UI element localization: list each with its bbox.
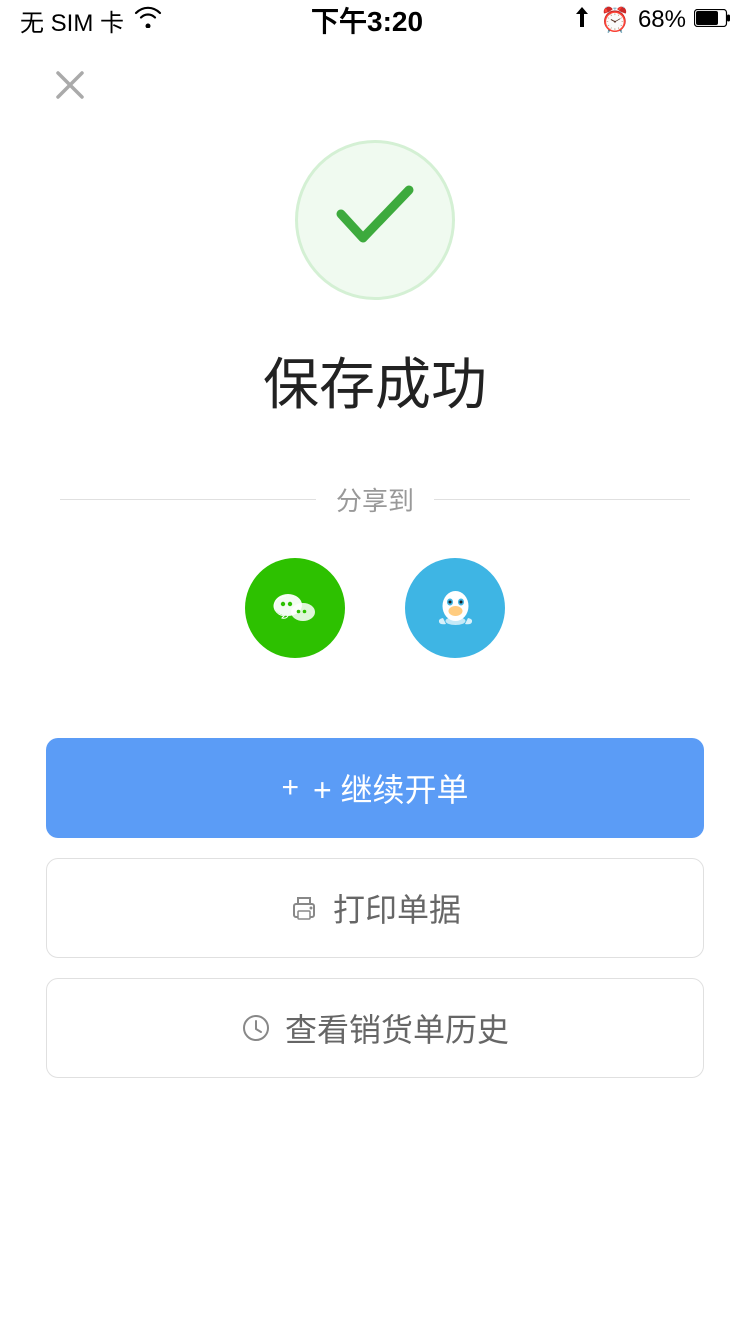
share-label: 分享到 bbox=[316, 481, 434, 518]
print-button[interactable]: 打印单据 bbox=[46, 858, 704, 958]
wifi-icon bbox=[134, 6, 162, 35]
action-buttons: + + 继续开单 打印单据 查看销货单 bbox=[0, 738, 750, 1078]
sim-status: 无 SIM 卡 bbox=[20, 3, 124, 38]
printer-icon bbox=[289, 893, 319, 923]
divider-line-left bbox=[60, 499, 316, 500]
status-bar: 无 SIM 卡 下午3:20 ⏰ 68% bbox=[0, 0, 750, 40]
clock-icon bbox=[241, 1013, 271, 1043]
plus-icon: + bbox=[281, 771, 299, 805]
battery-icon bbox=[694, 6, 730, 34]
status-right: ⏰ 68% bbox=[572, 6, 730, 35]
history-label: 查看销货单历史 bbox=[285, 1005, 509, 1051]
status-time: 下午3:20 bbox=[311, 0, 423, 40]
print-label: 打印单据 bbox=[333, 885, 461, 931]
status-left: 无 SIM 卡 bbox=[20, 3, 162, 38]
qq-share-button[interactable] bbox=[405, 558, 505, 658]
success-title: 保存成功 bbox=[263, 340, 487, 421]
history-button[interactable]: 查看销货单历史 bbox=[46, 978, 704, 1078]
continue-button[interactable]: + + 继续开单 bbox=[46, 738, 704, 838]
battery-percent: 68% bbox=[638, 6, 686, 34]
main-content: 保存成功 分享到 bbox=[0, 40, 750, 1078]
wechat-share-button[interactable] bbox=[245, 558, 345, 658]
checkmark-icon bbox=[335, 180, 415, 260]
success-icon-container bbox=[295, 140, 455, 300]
alarm-icon: ⏰ bbox=[600, 6, 630, 35]
location-icon bbox=[572, 6, 592, 35]
share-icons-row bbox=[245, 558, 505, 658]
close-button[interactable] bbox=[40, 55, 100, 115]
divider-line-right bbox=[434, 499, 690, 500]
share-divider: 分享到 bbox=[0, 481, 750, 518]
continue-label: + 继续开单 bbox=[313, 765, 469, 811]
